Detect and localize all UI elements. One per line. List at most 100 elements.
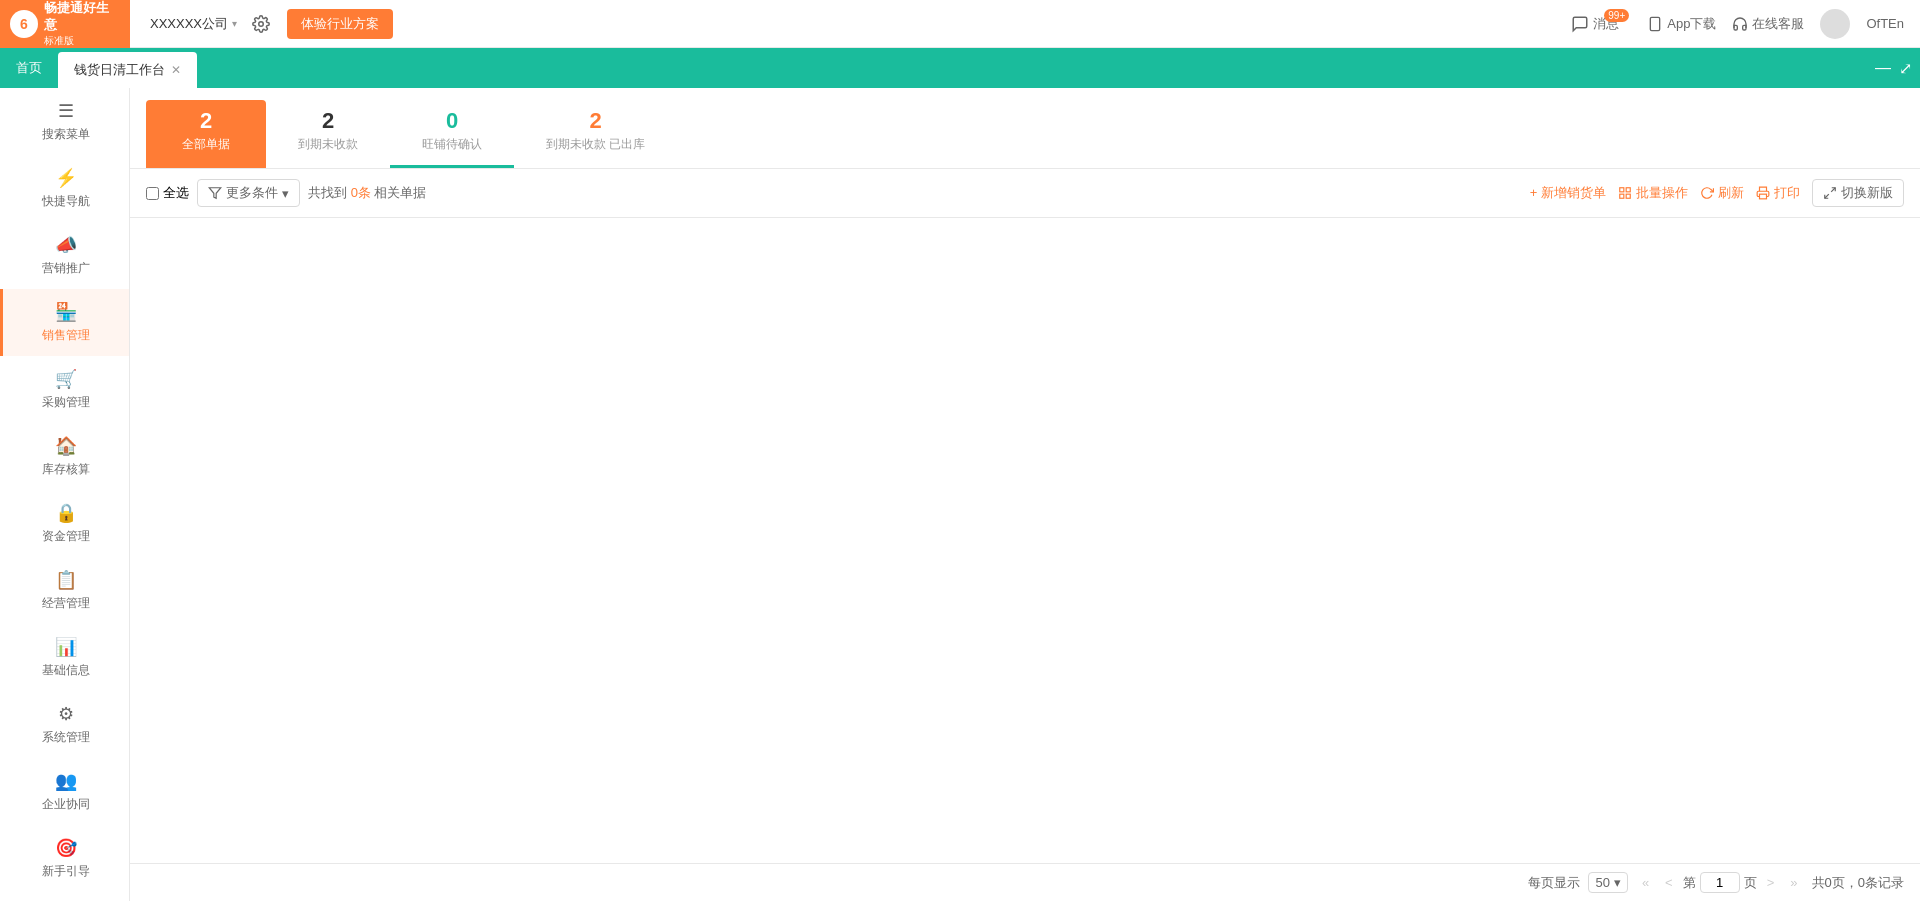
filter-btn[interactable]: 更多条件 ▾ [197, 179, 300, 207]
app-download-icon [1647, 16, 1663, 32]
pagination: 每页显示 50 ▾ « < 第 页 > » 共0页，0条记录 [130, 863, 1920, 901]
sidebar-item-sales[interactable]: 🏪 销售管理 [0, 289, 129, 356]
sidebar-item-guide[interactable]: 🎯 新手引导 [0, 825, 129, 892]
tab-bar: 首页 钱货日清工作台 ✕ — ⤢ [0, 48, 1920, 88]
message-badge: 99+ [1604, 9, 1629, 22]
sidebar-item-app-center[interactable]: 📦 应用中心 [0, 892, 129, 901]
switch-version-btn[interactable]: 切换新版 [1812, 179, 1904, 207]
tab-bar-actions: — ⤢ [1875, 59, 1920, 78]
sidebar-item-search-menu[interactable]: ☰ 搜索菜单 [0, 88, 129, 155]
avatar[interactable] [1820, 9, 1850, 39]
first-page-btn[interactable]: « [1636, 873, 1655, 892]
filter-chevron-icon: ▾ [282, 186, 289, 201]
basic-info-icon: 📊 [55, 636, 77, 658]
svg-rect-4 [1620, 188, 1624, 192]
print-icon [1756, 186, 1770, 200]
svg-rect-7 [1626, 194, 1630, 198]
svg-line-10 [1825, 194, 1829, 198]
refresh-icon [1700, 186, 1714, 200]
stat-label-all: 全部单据 [182, 136, 230, 153]
stat-tab-wangpu[interactable]: 0 旺铺待确认 [390, 100, 514, 168]
logo-area: 6 畅捷通好生意 标准版 [0, 0, 130, 48]
quick-nav-icon: ⚡ [55, 167, 77, 189]
finance-icon: 🔒 [55, 502, 77, 524]
switch-icon [1823, 186, 1837, 200]
batch-btn[interactable]: 批量操作 [1618, 184, 1688, 202]
svg-rect-1 [1651, 17, 1660, 30]
svg-rect-6 [1620, 194, 1624, 198]
header-right: 消息 99+ App下载 在线客服 OfTEn [1571, 9, 1904, 39]
filter-icon [208, 186, 222, 200]
logo-text: 畅捷通好生意 标准版 [44, 0, 120, 47]
avatar-name: OfTEn [1866, 16, 1904, 31]
select-all-checkbox[interactable]: 全选 [146, 184, 189, 202]
add-sales-btn[interactable]: + 新增销货单 [1530, 184, 1606, 202]
per-page-chevron-icon: ▾ [1614, 875, 1621, 890]
sidebar-item-management[interactable]: 📋 经营管理 [0, 557, 129, 624]
sidebar-item-enterprise[interactable]: 👥 企业协同 [0, 758, 129, 825]
page-number-input[interactable] [1700, 872, 1740, 893]
next-page-btn[interactable]: > [1761, 873, 1781, 892]
sales-icon: 🏪 [55, 301, 77, 323]
stat-num-wangpu: 0 [446, 108, 458, 134]
prev-page-btn[interactable]: < [1659, 873, 1679, 892]
svg-rect-8 [1760, 194, 1767, 199]
management-icon: 📋 [55, 569, 77, 591]
stat-tab-all[interactable]: 2 全部单据 [146, 100, 266, 168]
sidebar: ☰ 搜索菜单 ⚡ 快捷导航 📣 营销推广 🏪 销售管理 🛒 采购管理 🏠 库存核… [0, 88, 130, 901]
stat-tab-overdue[interactable]: 2 到期未收款 [266, 100, 390, 168]
found-text: 共找到 0条 相关单据 [308, 184, 426, 202]
tab-maximize-icon[interactable]: ⤢ [1899, 59, 1912, 78]
enterprise-icon: 👥 [55, 770, 77, 792]
settings-icon-btn[interactable] [247, 10, 275, 38]
top-header: 6 畅捷通好生意 标准版 XXXXXX公司 ▾ 体验行业方案 消息 99+ [0, 0, 1920, 48]
batch-icon [1618, 186, 1632, 200]
tab-qhrc[interactable]: 钱货日清工作台 ✕ [58, 52, 197, 88]
main-layout: ☰ 搜索菜单 ⚡ 快捷导航 📣 营销推广 🏪 销售管理 🛒 采购管理 🏠 库存核… [0, 88, 1920, 901]
headset-icon [1732, 16, 1748, 32]
sidebar-item-basic-info[interactable]: 📊 基础信息 [0, 624, 129, 691]
company-selector[interactable]: XXXXXX公司 ▾ [150, 15, 237, 33]
toolbar-left: 全选 更多条件 ▾ 共找到 0条 相关单据 [146, 179, 1518, 207]
stat-label-wangpu: 旺铺待确认 [422, 136, 482, 153]
sidebar-item-purchase[interactable]: 🛒 采购管理 [0, 356, 129, 423]
sidebar-item-finance[interactable]: 🔒 资金管理 [0, 490, 129, 557]
online-service-btn[interactable]: 在线客服 [1732, 15, 1804, 33]
per-page-select[interactable]: 50 ▾ [1588, 872, 1627, 893]
stat-label-shipped: 到期未收款 已出库 [546, 136, 645, 153]
per-page-label: 每页显示 [1528, 874, 1580, 892]
tab-minimize-icon[interactable]: — [1875, 59, 1891, 77]
sidebar-item-quick-nav[interactable]: ⚡ 快捷导航 [0, 155, 129, 222]
chevron-down-icon: ▾ [232, 18, 237, 29]
svg-marker-3 [209, 188, 221, 199]
purchase-icon: 🛒 [55, 368, 77, 390]
svg-point-0 [259, 21, 264, 26]
message-btn[interactable]: 消息 99+ [1571, 15, 1619, 33]
table-area [130, 218, 1920, 863]
company-name: XXXXXX公司 [150, 15, 228, 33]
trial-btn[interactable]: 体验行业方案 [287, 9, 393, 39]
system-icon: ⚙ [58, 703, 74, 725]
message-icon [1571, 15, 1589, 33]
tab-home[interactable]: 首页 [0, 48, 58, 88]
sidebar-item-system[interactable]: ⚙ 系统管理 [0, 691, 129, 758]
stats-tabs: 2 全部单据 2 到期未收款 0 旺铺待确认 2 到期未收款 已出库 [130, 88, 1920, 169]
sidebar-item-inventory[interactable]: 🏠 库存核算 [0, 423, 129, 490]
stat-num-shipped: 2 [590, 108, 602, 134]
inventory-icon: 🏠 [55, 435, 77, 457]
app-download-btn[interactable]: App下载 [1647, 15, 1716, 33]
last-page-btn[interactable]: » [1784, 873, 1803, 892]
print-btn[interactable]: 打印 [1756, 184, 1800, 202]
svg-line-9 [1831, 188, 1835, 192]
total-records: 共0页，0条记录 [1812, 874, 1904, 892]
logo-icon: 6 [10, 10, 38, 38]
sidebar-item-marketing[interactable]: 📣 营销推广 [0, 222, 129, 289]
search-menu-icon: ☰ [58, 100, 74, 122]
stat-label-overdue: 到期未收款 [298, 136, 358, 153]
select-all-input[interactable] [146, 187, 159, 200]
toolbar: 全选 更多条件 ▾ 共找到 0条 相关单据 + 新增销货单 [130, 169, 1920, 218]
stat-tab-shipped[interactable]: 2 到期未收款 已出库 [514, 100, 677, 168]
toolbar-right: + 新增销货单 批量操作 刷新 [1530, 179, 1904, 207]
refresh-btn[interactable]: 刷新 [1700, 184, 1744, 202]
tab-close-icon[interactable]: ✕ [171, 63, 181, 77]
